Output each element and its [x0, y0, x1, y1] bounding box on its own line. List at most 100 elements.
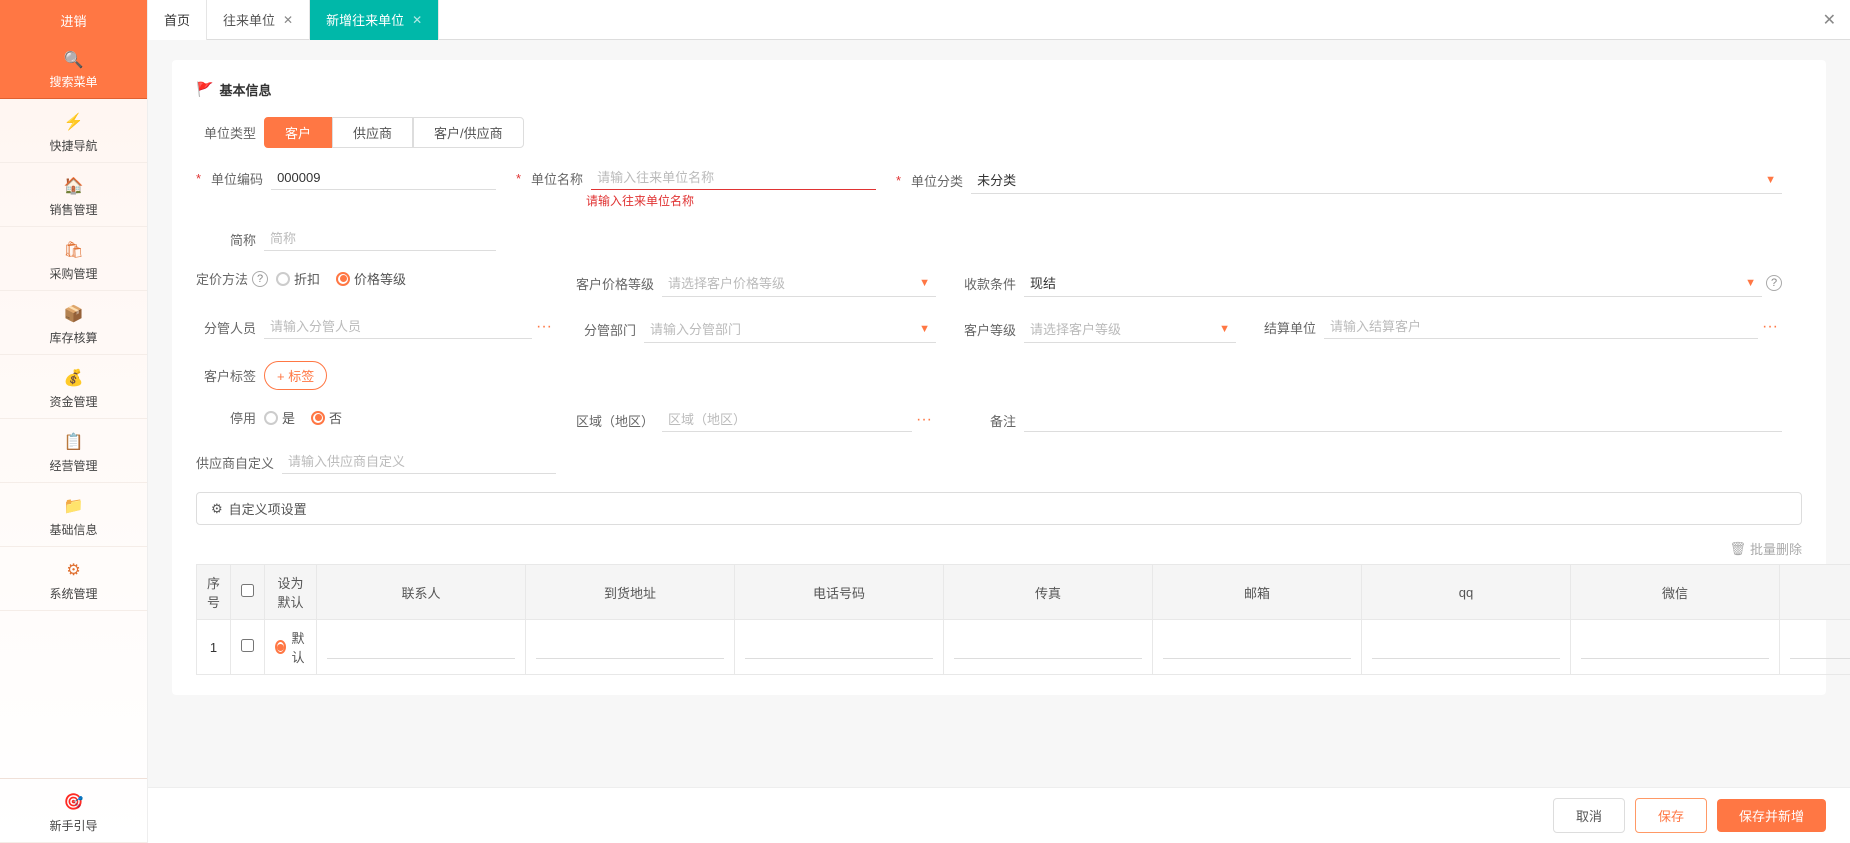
payment-terms-select[interactable]: 现结 ▼ [1024, 269, 1762, 297]
payment-terms-label: 收款条件 [956, 274, 1016, 293]
pricing-radio-price-level[interactable]: 价格等级 [336, 269, 406, 288]
row-wechat[interactable] [1571, 620, 1780, 675]
sidebar-item-purchase-mgmt[interactable]: 🛍 采购管理 [0, 227, 147, 291]
sidebar-item-label-sales: 销售管理 [49, 201, 97, 218]
section-title-text: 基本信息 [219, 80, 271, 99]
row-contact[interactable] [317, 620, 526, 675]
payment-help-icon[interactable]: ? [1766, 275, 1782, 291]
payment-terms-value: 现结 [1030, 273, 1745, 292]
type-buttons-group: 客户 供应商 客户/供应商 [264, 117, 524, 148]
cancel-button[interactable]: 取消 [1553, 798, 1625, 833]
region-ellipsis[interactable]: ··· [912, 411, 936, 429]
unit-name-error-msg: 请输入往来单位名称 [586, 192, 876, 209]
supplier-custom-input[interactable] [282, 450, 556, 474]
unit-code-input[interactable] [271, 166, 496, 190]
sidebar-item-ops-mgmt[interactable]: 📋 经营管理 [0, 419, 147, 483]
disabled-no-circle [311, 411, 325, 425]
col-seq: 序号 [197, 565, 231, 620]
row-address[interactable] [526, 620, 735, 675]
fax-input[interactable] [954, 635, 1142, 659]
tab-home-label: 首页 [164, 10, 190, 29]
custom-settings-button[interactable]: ⚙ 自定义项设置 [196, 492, 1802, 525]
type-btn-supplier[interactable]: 供应商 [332, 117, 413, 148]
sidebar-bottom: 🎯 新手引导 [0, 778, 147, 843]
header-checkbox[interactable] [241, 584, 254, 597]
disabled-radio-no[interactable]: 否 [311, 408, 342, 427]
contacts-table: 序号 设为默认 联系人 到货地址 电话号码 传真 邮箱 qq 微信 所在地区 操… [196, 564, 1850, 675]
save-new-button[interactable]: 保存并新增 [1717, 799, 1826, 832]
department-select[interactable]: 请输入分管部门 ▼ [644, 315, 936, 343]
tab-new-trade-unit-close[interactable]: ✕ [412, 13, 422, 27]
tab-home[interactable]: 首页 [148, 0, 207, 40]
tab-trade-units[interactable]: 往来单位 ✕ [207, 0, 310, 40]
discount-label: 折扣 [294, 269, 320, 288]
col-phone: 电话号码 [735, 565, 944, 620]
manager-row: 分管人员 ··· 分管部门 请输入分管部门 ▼ 客户等级 请选择客户等级 ▼ [196, 315, 1802, 343]
email-input[interactable] [1163, 635, 1351, 659]
row-email[interactable] [1153, 620, 1362, 675]
customer-price-level-select[interactable]: 请选择客户价格等级 ▼ [662, 269, 936, 297]
row-qq[interactable] [1362, 620, 1571, 675]
customer-level-select[interactable]: 请选择客户等级 ▼ [1024, 315, 1236, 343]
sidebar-item-search-menu[interactable]: 🔍 搜索菜单 [0, 40, 147, 99]
sidebar-item-sales-mgmt[interactable]: 🏠 销售管理 [0, 163, 147, 227]
row-default-radio[interactable]: 默认 [275, 628, 306, 666]
remark-field: 备注 [956, 408, 1802, 432]
supplier-custom-row: 供应商自定义 [196, 450, 1802, 474]
unit-category-select[interactable]: 未分类 ▼ [971, 166, 1782, 194]
manager-input[interactable] [264, 315, 532, 339]
save-button[interactable]: 保存 [1635, 798, 1707, 833]
region-input[interactable] [662, 408, 912, 432]
qq-input[interactable] [1372, 635, 1560, 659]
row-fax[interactable] [944, 620, 1153, 675]
unit-name-input[interactable] [591, 166, 876, 190]
region-field: 区域（地区） ··· [576, 408, 956, 432]
row-region-input[interactable] [1790, 635, 1850, 659]
unit-type-row: 单位类型 客户 供应商 客户/供应商 [196, 117, 1802, 148]
sidebar-item-sys-mgmt[interactable]: ⚙ 系统管理 [0, 547, 147, 611]
payment-terms-arrow: ▼ [1745, 277, 1756, 289]
remark-input[interactable] [1024, 408, 1782, 432]
manager-ellipsis[interactable]: ··· [532, 318, 556, 336]
tab-new-trade-unit[interactable]: 新增往来单位 ✕ [310, 0, 439, 40]
sidebar-item-beginner[interactable]: 🎯 新手引导 [0, 779, 147, 843]
settlement-unit-input[interactable] [1324, 315, 1758, 339]
batch-delete-button[interactable]: 🗑 批量删除 [1729, 539, 1802, 558]
address-input[interactable] [536, 635, 724, 659]
unit-name-field-col: * 单位名称 请输入往来单位名称 [516, 166, 896, 209]
short-name-label: 简称 [196, 230, 256, 249]
sidebar-item-finance-mgmt[interactable]: 💰 资金管理 [0, 355, 147, 419]
row-region[interactable] [1780, 620, 1850, 675]
disabled-row: 停用 是 否 区域（地区） ··· [196, 408, 1802, 432]
manager-field: 分管人员 ··· [196, 315, 576, 339]
type-btn-both[interactable]: 客户/供应商 [413, 117, 524, 148]
col-address: 到货地址 [526, 565, 735, 620]
disabled-radio-group: 是 否 [264, 408, 342, 427]
row-default-label: 默认 [290, 628, 306, 666]
unit-cat-required: * [896, 173, 901, 188]
sidebar-item-basic-info[interactable]: 📁 基础信息 [0, 483, 147, 547]
row-checkbox[interactable] [241, 639, 254, 652]
tab-trade-units-close[interactable]: ✕ [283, 13, 293, 27]
tag-add-button[interactable]: + 标签 [264, 361, 327, 390]
department-placeholder: 请输入分管部门 [650, 319, 919, 338]
row-phone[interactable] [735, 620, 944, 675]
sidebar-item-quick-nav[interactable]: ⚡ 快捷导航 [0, 99, 147, 163]
main-area: 首页 往来单位 ✕ 新增往来单位 ✕ ✕ 🚩 基本信息 单位类型 客户 [148, 0, 1850, 843]
batch-delete-label: 批量删除 [1750, 539, 1802, 558]
lightning-icon: ⚡ [63, 111, 85, 133]
col-contact: 联系人 [317, 565, 526, 620]
disabled-radio-yes[interactable]: 是 [264, 408, 295, 427]
contact-input[interactable] [327, 635, 515, 659]
pricing-radio-discount[interactable]: 折扣 [276, 269, 320, 288]
tab-bar-close-btn[interactable]: ✕ [1809, 10, 1850, 30]
short-name-input[interactable] [264, 227, 496, 251]
wechat-input[interactable] [1581, 635, 1769, 659]
sidebar-item-inventory[interactable]: 📦 库存核算 [0, 291, 147, 355]
phone-input[interactable] [745, 635, 933, 659]
money-icon: 💰 [63, 367, 85, 389]
unit-category-field: * 单位分类 未分类 ▼ [896, 166, 1802, 194]
pricing-help-icon[interactable]: ? [252, 271, 268, 287]
type-btn-customer[interactable]: 客户 [264, 117, 332, 148]
settlement-ellipsis[interactable]: ··· [1758, 318, 1782, 336]
